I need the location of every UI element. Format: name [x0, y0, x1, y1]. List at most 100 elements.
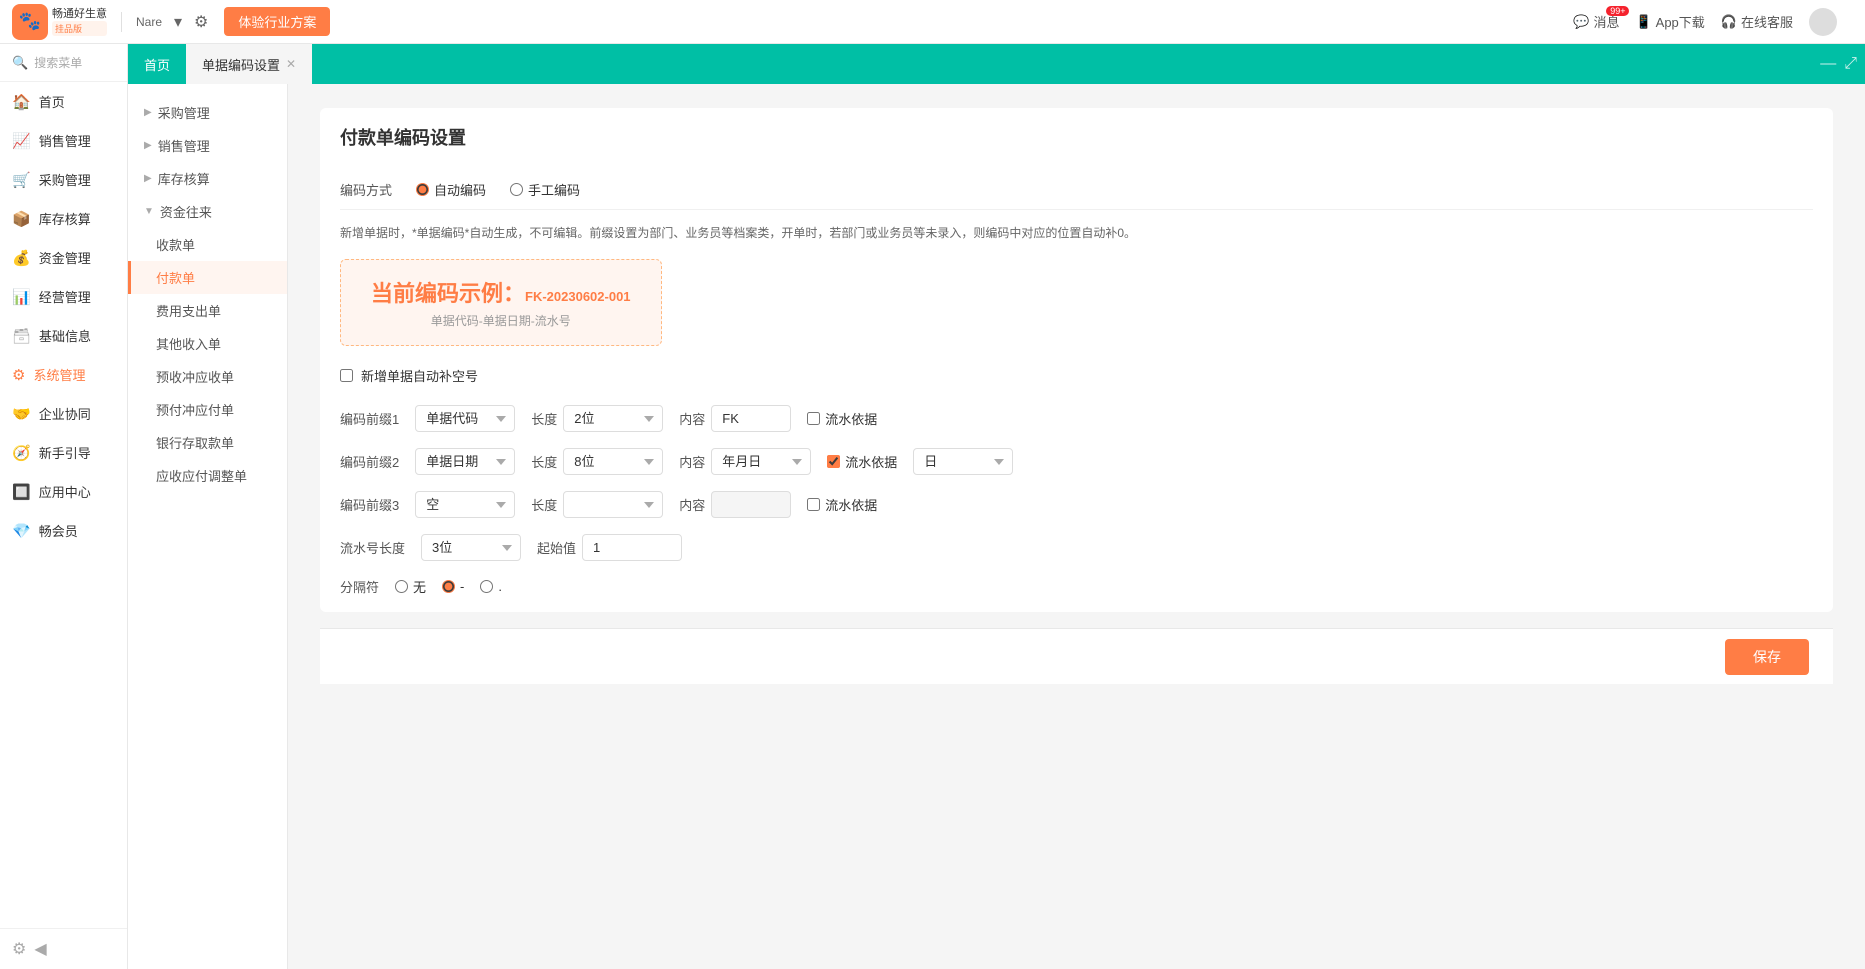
online-service-btn[interactable]: 🎧 在线客服: [1721, 12, 1793, 31]
encoding-method-row: 编码方式 自动编码 手工编码: [340, 170, 1813, 210]
sidebar-item-basic[interactable]: 🗃 基础信息: [0, 316, 127, 355]
save-button[interactable]: 保存: [1725, 639, 1809, 675]
sidebar-item-inventory[interactable]: 📦 库存核算: [0, 199, 127, 238]
serial-length-select[interactable]: 3位 4位 5位: [421, 534, 521, 561]
sub-nav-header-sales[interactable]: ▶ 销售管理: [128, 129, 287, 162]
prefix2-content-group: 内容 年月日: [679, 448, 811, 475]
tab-home[interactable]: 首页: [128, 44, 186, 84]
prefix2-row: 编码前缀2 单据日期 长度 8位 内容: [340, 448, 1813, 475]
message-icon: 💬: [1573, 14, 1589, 30]
separator-dash-label: -: [460, 579, 464, 594]
prefix3-select[interactable]: 空: [415, 491, 515, 518]
prefix1-length-select[interactable]: 2位: [563, 405, 663, 432]
prefix3-serial-checkbox[interactable]: [807, 498, 820, 511]
separator-dot-radio[interactable]: [480, 580, 493, 593]
prefix1-serial-checkbox[interactable]: [807, 412, 820, 425]
app-download-btn[interactable]: 📱 App下载: [1635, 12, 1704, 31]
separator-dash-radio[interactable]: [442, 580, 455, 593]
prefix2-serial-checkbox[interactable]: [827, 455, 840, 468]
form-area: 付款单编码设置 编码方式 自动编码 手工编码: [288, 84, 1865, 969]
tab-minimize-btn[interactable]: —: [1820, 55, 1836, 73]
topbar-settings-btn[interactable]: ⚙: [194, 12, 208, 32]
sub-nav-item-advance-payment[interactable]: 预付冲应付单: [128, 393, 287, 426]
prefix2-length-label: 长度: [531, 452, 557, 471]
sub-nav-item-bank-deposit[interactable]: 银行存取款单: [128, 426, 287, 459]
sidebar-item-purchase[interactable]: 🛒 采购管理: [0, 160, 127, 199]
prefix1-row: 编码前缀1 单据代码 长度 2位 内容: [340, 405, 1813, 432]
sub-nav-item-ar-ap-adjust[interactable]: 应收应付调整单: [128, 459, 287, 492]
operation-icon: 📊: [12, 288, 31, 306]
sub-nav-item-other-income[interactable]: 其他收入单: [128, 327, 287, 360]
prefix3-length-select[interactable]: [563, 491, 663, 518]
message-btn[interactable]: 💬 消息 99+: [1573, 12, 1619, 31]
prefix2-length-select[interactable]: 8位: [563, 448, 663, 475]
sidebar-item-guide[interactable]: 🧭 新手引导: [0, 433, 127, 472]
sidebar-item-label: 基础信息: [39, 326, 91, 345]
sub-nav-item-advance-receipt[interactable]: 预收冲应收单: [128, 360, 287, 393]
sidebar-item-label: 采购管理: [39, 170, 91, 189]
user-avatar[interactable]: [1809, 8, 1837, 36]
separator-none-radio[interactable]: [395, 580, 408, 593]
prefix3-content-group: 内容: [679, 491, 791, 518]
tab-home-label: 首页: [144, 55, 170, 74]
basic-icon: 🗃: [12, 327, 31, 345]
sub-nav-item-payment[interactable]: 付款单: [128, 261, 287, 294]
sidebar-collapse-btn[interactable]: ◀: [34, 939, 46, 959]
sub-nav-item-receipt[interactable]: 收款单: [128, 228, 287, 261]
separator-row: 分隔符 无 - .: [340, 577, 1813, 596]
prefix1-serial-checkbox-label[interactable]: 流水依据: [807, 409, 877, 428]
topbar-nav-dropdown[interactable]: ▾: [174, 12, 182, 32]
sidebar-footer: ⚙ ◀: [0, 928, 127, 969]
prefix1-select[interactable]: 单据代码: [415, 405, 515, 432]
sidebar-item-finance[interactable]: 💰 资金管理: [0, 238, 127, 277]
sidebar-item-sales[interactable]: 📈 销售管理: [0, 121, 127, 160]
trial-button[interactable]: 体验行业方案: [224, 7, 330, 36]
auto-fill-checkbox[interactable]: [340, 369, 353, 382]
sub-nav-group-sales: ▶ 销售管理: [128, 129, 287, 162]
manual-encode-option[interactable]: 手工编码: [510, 180, 580, 199]
chevron-right-icon: ▶: [144, 173, 152, 184]
tab-close-icon[interactable]: ✕: [286, 57, 296, 71]
serial-length-label: 流水号长度: [340, 538, 405, 557]
sidebar-item-enterprise[interactable]: 🤝 企业协同: [0, 394, 127, 433]
sub-nav-header-purchase[interactable]: ▶ 采购管理: [128, 96, 287, 129]
sub-nav-header-capital[interactable]: ▼ 资金往来: [128, 195, 287, 228]
start-value-input[interactable]: [582, 534, 682, 561]
sidebar-item-member[interactable]: 💎 畅会员: [0, 511, 127, 550]
auto-fill-label[interactable]: 新增单据自动补空号: [361, 366, 478, 385]
prefix2-select[interactable]: 单据日期: [415, 448, 515, 475]
sidebar-item-home[interactable]: 🏠 首页: [0, 82, 127, 121]
prefix1-content-input[interactable]: [711, 405, 791, 432]
auto-encode-option[interactable]: 自动编码: [416, 180, 486, 199]
sidebar-settings-btn[interactable]: ⚙: [12, 939, 26, 959]
sidebar-item-operation[interactable]: 📊 经营管理: [0, 277, 127, 316]
auto-encode-radio[interactable]: [416, 183, 429, 196]
start-value-label: 起始值: [537, 538, 576, 557]
tab-coding[interactable]: 单据编码设置 ✕: [186, 44, 312, 84]
finance-icon: 💰: [12, 249, 31, 267]
sidebar-item-system[interactable]: ⚙ 系统管理: [0, 355, 127, 394]
chevron-down-icon: ▼: [144, 206, 154, 217]
separator-dot-option[interactable]: .: [480, 579, 502, 594]
sub-nav-header-inventory[interactable]: ▶ 库存核算: [128, 162, 287, 195]
prefix2-serial-checkbox-label[interactable]: 流水依据: [827, 452, 897, 471]
topbar-divider1: [121, 12, 122, 32]
sub-nav-item-expense[interactable]: 费用支出单: [128, 294, 287, 327]
sidebar-item-apps[interactable]: 🔲 应用中心: [0, 472, 127, 511]
search-icon: 🔍: [12, 55, 28, 71]
prefix3-length-group: 长度: [531, 491, 663, 518]
service-icon: 🎧: [1721, 14, 1737, 30]
separator-dash-option[interactable]: -: [442, 579, 464, 594]
separator-none-option[interactable]: 无: [395, 577, 426, 596]
download-icon: 📱: [1635, 14, 1651, 30]
tab-maximize-btn[interactable]: ⤢: [1844, 55, 1857, 73]
manual-encode-radio[interactable]: [510, 183, 523, 196]
sidebar-search[interactable]: 🔍 搜索菜单: [0, 44, 127, 82]
prefix3-serial-checkbox-label[interactable]: 流水依据: [807, 495, 877, 514]
prefix2-content-select[interactable]: 年月日: [711, 448, 811, 475]
prefix2-content-label: 内容: [679, 452, 705, 471]
code-preview: 当前编码示例：FK-20230602-001 单据代码-单据日期-流水号: [340, 259, 662, 346]
prefix2-serial-unit-select[interactable]: 日 月 年: [913, 448, 1013, 475]
sidebar-item-label: 新手引导: [39, 443, 91, 462]
prefix1-serial-label: 流水依据: [825, 409, 877, 428]
